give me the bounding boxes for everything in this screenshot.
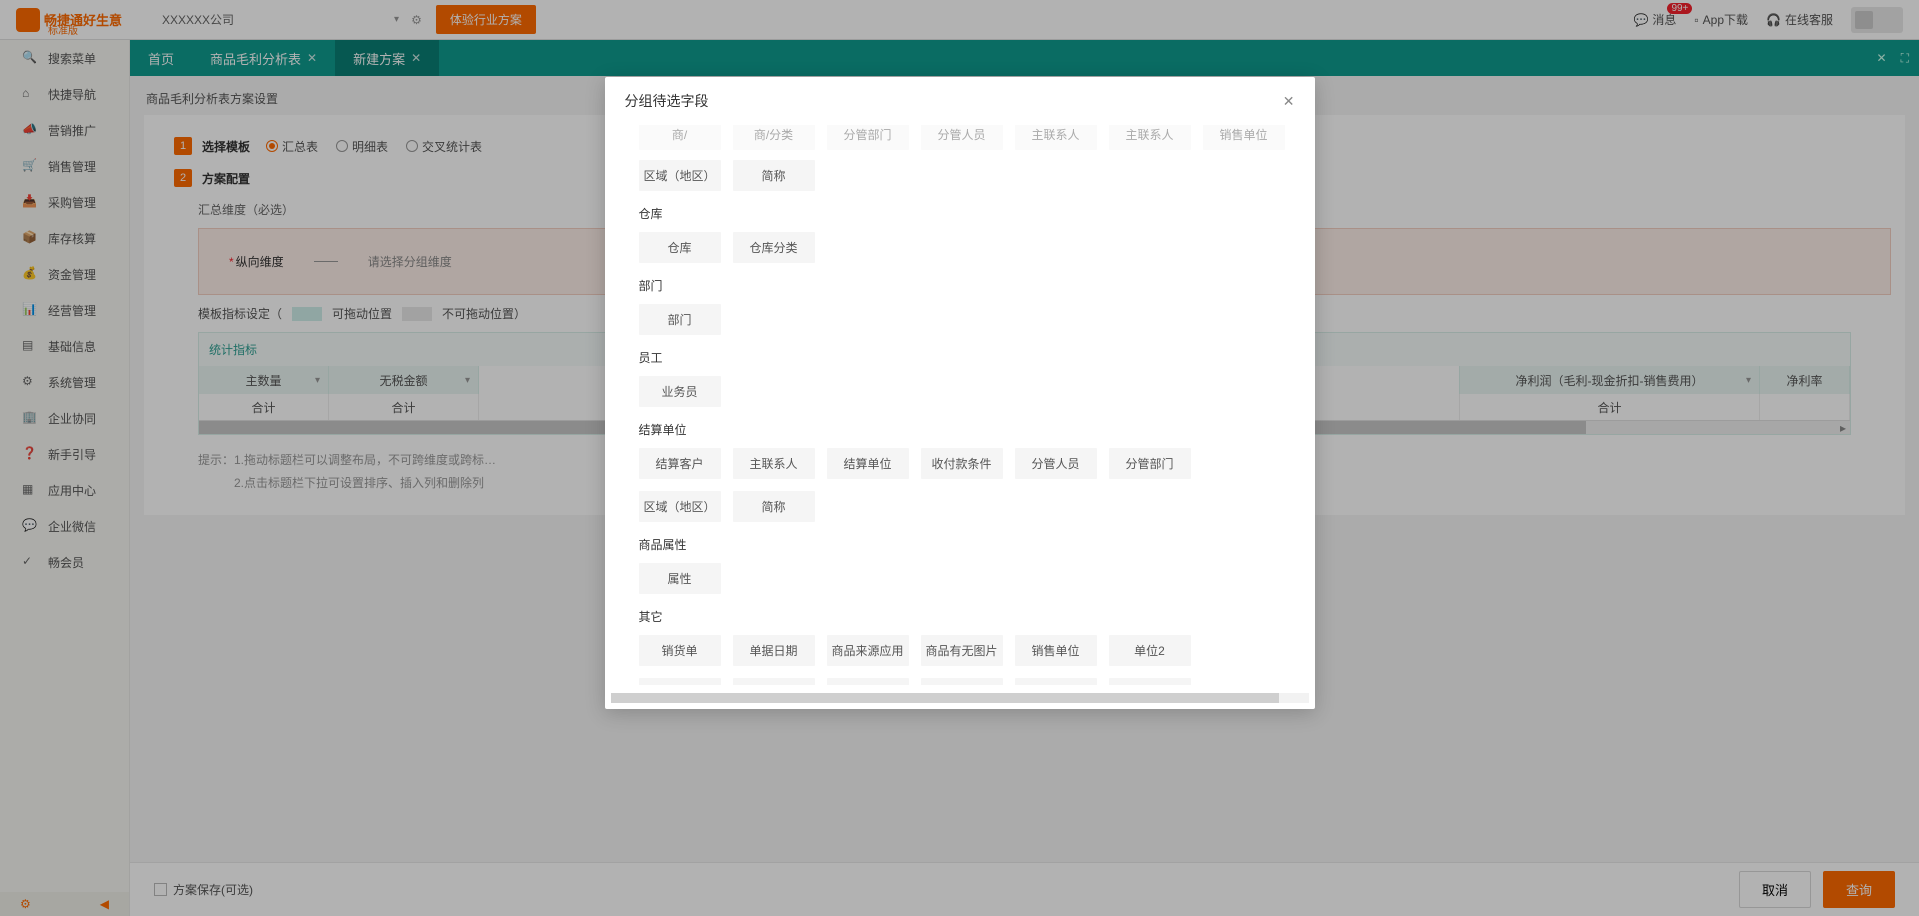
modal-header: 分组待选字段 ✕: [605, 77, 1315, 125]
field-chip[interactable]: 分管部门: [1109, 448, 1191, 479]
field-chip[interactable]: 简称: [733, 160, 815, 191]
field-chip[interactable]: 分管部门: [827, 125, 909, 150]
scroll-thumb[interactable]: [611, 693, 1279, 703]
field-chip[interactable]: 商品有无图片: [921, 635, 1003, 666]
field-chip[interactable]: 销售单位: [1203, 125, 1285, 150]
field-chip[interactable]: 属性: [639, 563, 721, 594]
field-chip[interactable]: 销售单位: [1015, 635, 1097, 666]
field-chip[interactable]: 分管人员: [1015, 448, 1097, 479]
field-chip[interactable]: 单位2: [1109, 635, 1191, 666]
field-chip[interactable]: 主计量: [639, 678, 721, 685]
field-chip[interactable]: 商/分类: [733, 125, 815, 150]
field-chip-group: 属性: [639, 563, 1281, 594]
field-chip[interactable]: 主联系人: [1109, 125, 1191, 150]
field-picker-modal: 分组待选字段 ✕ 商/商/分类分管部门分管人员主联系人主联系人销售单位 区域（地…: [605, 77, 1315, 709]
field-section-title: 商品属性: [639, 536, 1281, 553]
field-chip[interactable]: 结算客户: [639, 448, 721, 479]
field-chip-group: 仓库仓库分类: [639, 232, 1281, 263]
field-chip[interactable]: 区域（地区）: [639, 160, 721, 191]
field-section-title: 部门: [639, 277, 1281, 294]
field-chip[interactable]: 收付款条件: [921, 448, 1003, 479]
prev-section-chips: 商/商/分类分管部门分管人员主联系人主联系人销售单位: [639, 125, 1281, 150]
field-chip[interactable]: 简称: [733, 491, 815, 522]
field-chip[interactable]: 商品来源应用: [827, 635, 909, 666]
field-section-title: 其它: [639, 608, 1281, 625]
field-chip[interactable]: 出库人: [921, 678, 1003, 685]
modal-title: 分组待选字段: [625, 91, 709, 111]
field-chip-group: 销货单单据日期商品来源应用商品有无图片销售单位单位2 主计量 制单人 审核人 出库人 预计…: [639, 635, 1281, 685]
field-chip[interactable]: 销货单: [639, 635, 721, 666]
misc-top-chips: 区域（地区） 简称: [639, 160, 1281, 191]
field-section-title: 结算单位: [639, 421, 1281, 438]
field-chip[interactable]: 区域（地区）: [639, 491, 721, 522]
field-chip[interactable]: 主联系人: [1015, 125, 1097, 150]
field-chip[interactable]: 单据日期: [733, 635, 815, 666]
modal-body: 商/商/分类分管部门分管人员主联系人主联系人销售单位 区域（地区）简称 仓库仓库…: [605, 125, 1315, 685]
field-chip[interactable]: 审核人: [827, 678, 909, 685]
close-icon[interactable]: ✕: [1283, 93, 1295, 110]
field-chip[interactable]: 分管人员: [921, 125, 1003, 150]
field-chip[interactable]: 预计交货日期: [1015, 678, 1097, 685]
field-chip[interactable]: 业务员: [639, 376, 721, 407]
field-chip[interactable]: 结算单位: [827, 448, 909, 479]
field-chip[interactable]: 部门: [639, 304, 721, 335]
field-chip[interactable]: 主联系人: [733, 448, 815, 479]
field-chip-group: 结算客户主联系人结算单位收付款条件分管人员分管部门区域（地区） 简称: [639, 448, 1281, 522]
field-chip-group: 部门: [639, 304, 1281, 335]
field-chip[interactable]: 商/: [639, 125, 721, 150]
modal-horizontal-scrollbar[interactable]: [611, 693, 1309, 703]
field-chip[interactable]: 仓库分类: [733, 232, 815, 263]
field-section-title: 仓库: [639, 205, 1281, 222]
field-section-title: 员工: [639, 349, 1281, 366]
field-chip[interactable]: 仓库: [639, 232, 721, 263]
field-chip[interactable]: 赠品: [1109, 678, 1191, 685]
field-chip-group: 业务员: [639, 376, 1281, 407]
field-chip[interactable]: 制单人: [733, 678, 815, 685]
